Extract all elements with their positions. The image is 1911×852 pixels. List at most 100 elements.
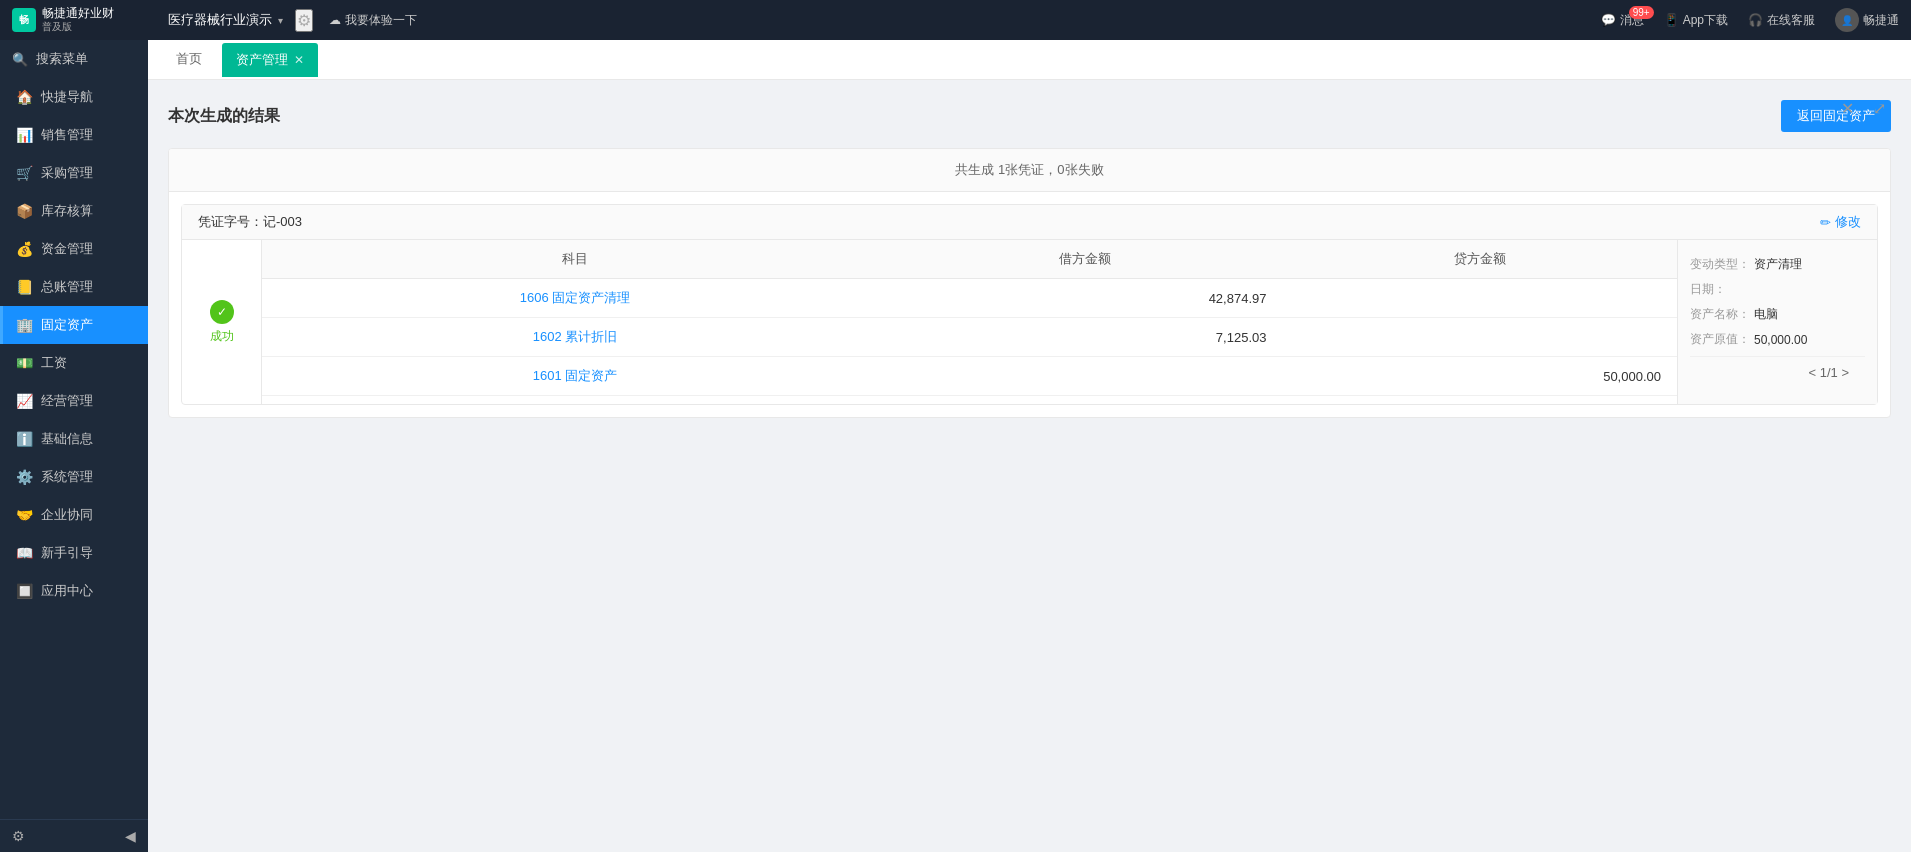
change-type-label: 变动类型：	[1690, 256, 1750, 273]
sidebar-item-operations[interactable]: 📈 经营管理	[0, 382, 148, 420]
sidebar-item-fixed-assets[interactable]: 🏢 固定资产	[0, 306, 148, 344]
edit-icon: ✏	[1820, 215, 1831, 230]
tab-asset-management[interactable]: 资产管理 ✕	[222, 43, 318, 77]
system-icon: ⚙️	[15, 469, 33, 485]
close-panel-button[interactable]: ✕	[1835, 96, 1859, 120]
date-label: 日期：	[1690, 281, 1726, 298]
app-name: 畅捷通好业财	[42, 6, 114, 20]
result-summary: 共生成 1张凭证，0张失败	[169, 149, 1890, 192]
download-icon: 📱	[1664, 13, 1679, 27]
col-header-debit: 借方金额	[888, 240, 1283, 279]
page-content: 本次生成的结果 返回固定资产 共生成 1张凭证，0张失败 凭证字号：记-003 …	[148, 80, 1911, 852]
search-icon: 🔍	[12, 52, 28, 67]
status-column: ✓ 成功	[182, 240, 262, 404]
voucher-header: 凭证字号：记-003 ✏ 修改	[182, 205, 1877, 240]
sidebar-item-cooperation[interactable]: 🤝 企业协同	[0, 496, 148, 534]
online-service-button[interactable]: 🎧 在线客服	[1748, 12, 1815, 29]
company-name: 医疗器械行业演示	[168, 11, 272, 29]
sidebar-item-search-menu[interactable]: 🔍 搜索菜单	[0, 40, 148, 78]
original-value-value: 50,000.00	[1754, 333, 1807, 347]
avatar-icon: 👤	[1841, 15, 1853, 26]
subject-cell-1: 1606 固定资产清理	[262, 279, 888, 318]
success-icon: ✓	[210, 300, 234, 324]
ledger-icon: 📒	[15, 279, 33, 295]
settings-icon[interactable]: ⚙	[295, 9, 313, 32]
sidebar-item-purchase[interactable]: 🛒 采购管理	[0, 154, 148, 192]
page-title: 本次生成的结果	[168, 106, 280, 127]
original-value-label: 资产原值：	[1690, 331, 1750, 348]
table-row: 1602 累计折旧 7,125.03	[262, 318, 1677, 357]
sidebar-item-system[interactable]: ⚙️ 系统管理	[0, 458, 148, 496]
voucher-table: 科目 借方金额 贷方金额 1606 固定资产清理	[262, 240, 1677, 396]
sidebar-item-guide[interactable]: 📖 新手引导	[0, 534, 148, 572]
credit-cell-1	[1282, 279, 1677, 318]
result-panel: 共生成 1张凭证，0张失败 凭证字号：记-003 ✏ 修改	[168, 148, 1891, 418]
voucher-content-row: ✓ 成功 科目 借方金额 贷方金额	[182, 240, 1877, 404]
change-type-row: 变动类型： 资产清理	[1690, 256, 1865, 273]
sidebar-item-sales[interactable]: 📊 销售管理	[0, 116, 148, 154]
chevron-down-icon: ▾	[278, 15, 283, 26]
debit-cell-2: 7,125.03	[888, 318, 1283, 357]
sidebar-item-payroll[interactable]: 💵 工资	[0, 344, 148, 382]
guide-icon: 📖	[15, 545, 33, 561]
purchase-icon: 🛒	[15, 165, 33, 181]
voucher-number: 凭证字号：记-003	[198, 213, 302, 231]
header-right: 💬 消息 99+ 📱 App下载 🎧 在线客服 👤 畅捷通	[1601, 8, 1899, 32]
success-label: 成功	[210, 328, 234, 345]
subject-cell-3: 1601 固定资产	[262, 357, 888, 396]
finance-icon: 💰	[15, 241, 33, 257]
messages-button[interactable]: 💬 消息 99+	[1601, 12, 1644, 29]
fixed-assets-icon: 🏢	[15, 317, 33, 333]
debit-cell-3	[888, 357, 1283, 396]
sidebar-item-quick-nav[interactable]: 🏠 快捷导航	[0, 78, 148, 116]
date-row: 日期：	[1690, 281, 1865, 298]
payroll-icon: 💵	[15, 355, 33, 371]
tab-bar: 首页 资产管理 ✕	[148, 40, 1911, 80]
col-header-subject: 科目	[262, 240, 888, 279]
sidebar-item-ledger[interactable]: 📒 总账管理	[0, 268, 148, 306]
sidebar-item-inventory[interactable]: 📦 库存核算	[0, 192, 148, 230]
success-status: ✓ 成功	[210, 300, 234, 345]
expand-panel-button[interactable]: ⤢	[1867, 96, 1891, 120]
app-download-button[interactable]: 📱 App下载	[1664, 12, 1728, 29]
table-row: 1601 固定资产 50,000.00	[262, 357, 1677, 396]
voucher-table-area: 科目 借方金额 贷方金额 1606 固定资产清理	[262, 240, 1677, 404]
change-type-value: 资产清理	[1754, 256, 1802, 273]
sidebar-item-apps[interactable]: 🔲 应用中心	[0, 572, 148, 610]
edit-button[interactable]: ✏ 修改	[1820, 213, 1861, 231]
home-icon: 🏠	[15, 89, 33, 105]
logo-icon: 畅	[12, 8, 36, 32]
sidebar: 🔍 搜索菜单 🏠 快捷导航 📊 销售管理 🛒 采购管理 📦 库存核算 💰 资金管…	[0, 40, 148, 852]
user-menu[interactable]: 👤 畅捷通	[1835, 8, 1899, 32]
app-edition: 普及版	[42, 20, 114, 34]
subject-cell-2: 1602 累计折旧	[262, 318, 888, 357]
cooperation-icon: 🤝	[15, 507, 33, 523]
avatar: 👤	[1835, 8, 1859, 32]
sidebar-item-finance[interactable]: 💰 资金管理	[0, 230, 148, 268]
page-header: 本次生成的结果 返回固定资产	[168, 100, 1891, 132]
credit-cell-2	[1282, 318, 1677, 357]
table-row: 1606 固定资产清理 42,874.97	[262, 279, 1677, 318]
voucher-section: 凭证字号：记-003 ✏ 修改 ✓ 成功	[181, 204, 1878, 405]
sales-icon: 📊	[15, 127, 33, 143]
headset-icon: 🎧	[1748, 13, 1763, 27]
message-icon: 💬	[1601, 13, 1616, 27]
sidebar-item-basic-info[interactable]: ℹ️ 基础信息	[0, 420, 148, 458]
sidebar-bottom: ⚙ ◀	[0, 819, 148, 852]
asset-name-label: 资产名称：	[1690, 306, 1750, 323]
settings-bottom-icon[interactable]: ⚙	[12, 828, 25, 844]
tab-close-icon[interactable]: ✕	[294, 53, 304, 67]
main-layout: 🔍 搜索菜单 🏠 快捷导航 📊 销售管理 🛒 采购管理 📦 库存核算 💰 资金管…	[0, 40, 1911, 852]
pagination: < 1/1 >	[1690, 356, 1865, 388]
company-selector[interactable]: 医疗器械行业演示 ▾	[168, 11, 283, 29]
asset-name-row: 资产名称： 电脑	[1690, 306, 1865, 323]
inventory-icon: 📦	[15, 203, 33, 219]
tab-home[interactable]: 首页	[164, 42, 214, 78]
messages-badge: 99+	[1629, 6, 1654, 19]
asset-name-value: 电脑	[1754, 306, 1778, 323]
trial-button[interactable]: ☁ 我要体验一下	[329, 12, 417, 29]
panel-controls: ✕ ⤢	[1835, 96, 1891, 120]
original-value-row: 资产原值： 50,000.00	[1690, 331, 1865, 348]
debit-cell-1: 42,874.97	[888, 279, 1283, 318]
collapse-icon[interactable]: ◀	[125, 828, 136, 844]
